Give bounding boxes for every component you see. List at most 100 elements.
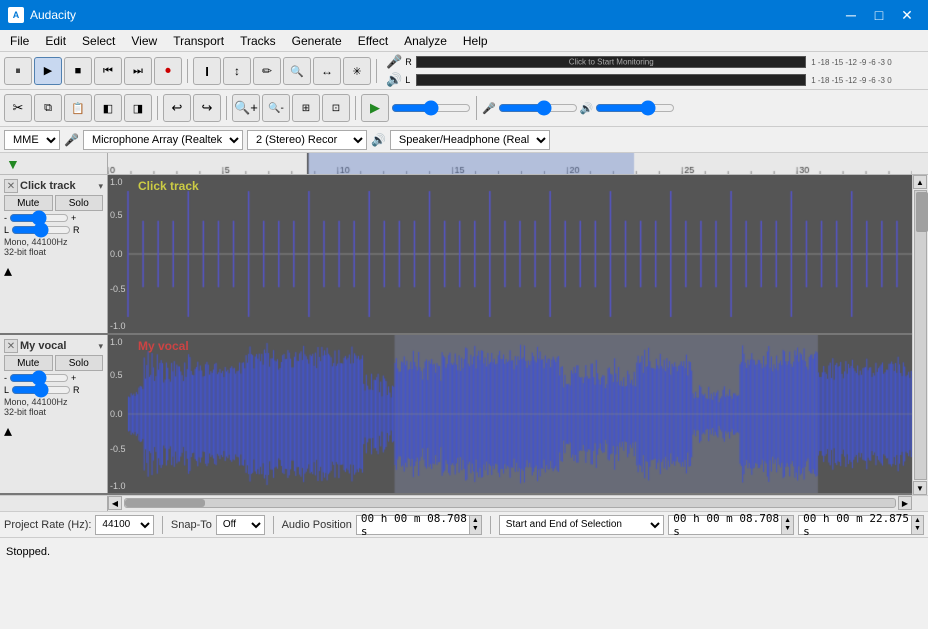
audio-host-select[interactable]: MME <box>4 130 60 150</box>
play-button[interactable]: ▶ <box>34 57 62 85</box>
hscroll-right-pad <box>912 496 928 511</box>
click-track-wave-area[interactable]: 1.0 0.5 0.0 -0.5 -1.0 Click track <box>108 175 912 333</box>
speaker-icon[interactable]: 🔊 <box>386 72 402 88</box>
vscroll-down[interactable]: ▼ <box>913 481 927 495</box>
play-vu-meter <box>416 74 806 86</box>
vocal-track-name-overlay: My vocal <box>138 339 189 353</box>
silence-button[interactable]: ◨ <box>124 94 152 122</box>
mic-icon[interactable]: 🎤 <box>386 54 402 70</box>
vocal-track-solo[interactable]: Solo <box>55 355 104 371</box>
click-track-gain-slider[interactable] <box>9 214 69 222</box>
undo-button[interactable]: ↩ <box>163 94 191 122</box>
menu-effect[interactable]: Effect <box>350 32 396 50</box>
input-level-slider[interactable] <box>498 104 578 112</box>
speaker-small-icon: 🔊 <box>580 102 594 115</box>
zoom-fit-icon: ⊞ <box>302 103 310 114</box>
vocal-track-collapse[interactable]: ▴ <box>4 421 103 441</box>
click-y-zero: 0.0 <box>110 249 123 259</box>
envelope-tool-button[interactable]: ↕ <box>223 57 251 85</box>
vu-l-scale: 1 -18 -15 -12 -9 -6 -3 0 <box>811 76 891 85</box>
sel-start-down[interactable]: ▼ <box>781 524 793 534</box>
hscroll-right[interactable]: ▶ <box>898 496 912 510</box>
play-device-select[interactable]: Speaker/Headphone (Realte <box>390 130 550 150</box>
select-tool-button[interactable]: I <box>193 57 221 85</box>
click-track-pan-slider[interactable] <box>11 226 71 234</box>
menu-file[interactable]: File <box>2 32 37 50</box>
menu-select[interactable]: Select <box>74 32 123 50</box>
menu-help[interactable]: Help <box>455 32 496 50</box>
skip-forward-button[interactable]: ⏭ <box>124 57 152 85</box>
click-y-min: -1.0 <box>110 321 126 331</box>
cut-button[interactable]: ✂ <box>4 94 32 122</box>
zoom-fit-button[interactable]: ⊞ <box>292 94 320 122</box>
app-icon: A <box>8 7 24 23</box>
vscroll-thumb[interactable] <box>916 192 928 232</box>
vocal-track-wave-area[interactable]: 1.0 0.5 0.0 -0.5 -1.0 My vocal <box>108 335 912 493</box>
redo-button[interactable]: ↪ <box>193 94 221 122</box>
menu-transport[interactable]: Transport <box>165 32 232 50</box>
menu-view[interactable]: View <box>123 32 165 50</box>
vocal-y-min: -1.0 <box>110 481 126 491</box>
draw-tool-button[interactable]: ✏ <box>253 57 281 85</box>
click-track-pan-row: L R <box>4 225 103 235</box>
vocal-track-mute[interactable]: Mute <box>4 355 53 371</box>
menu-edit[interactable]: Edit <box>37 32 74 50</box>
project-rate-select[interactable]: 44100 <box>95 515 153 535</box>
menu-analyze[interactable]: Analyze <box>396 32 455 50</box>
zoom-out-button[interactable]: 🔍- <box>262 94 290 122</box>
selection-type-select[interactable]: Start and End of Selection <box>499 515 664 535</box>
snap-to-select[interactable]: Off <box>216 515 265 535</box>
skip-back-icon: ⏮ <box>103 66 113 77</box>
vocal-track-gain-slider[interactable] <box>9 374 69 382</box>
copy-button[interactable]: ⧉ <box>34 94 62 122</box>
record-button[interactable]: ⏺ <box>154 57 182 85</box>
record-vu-meter[interactable]: Click to Start Monitoring <box>416 56 806 68</box>
vocal-track-name: My vocal <box>20 340 96 352</box>
close-button[interactable]: ✕ <box>894 5 920 25</box>
pan-right-label: R <box>73 225 80 235</box>
stop-button[interactable]: ■ <box>64 57 92 85</box>
bb-sep-3 <box>490 516 491 534</box>
trim-button[interactable]: ◧ <box>94 94 122 122</box>
pause-button[interactable]: ⏸ <box>4 57 32 85</box>
record-device-select[interactable]: Microphone Array (Realtek <box>83 130 243 150</box>
skip-back-button[interactable]: ⏮ <box>94 57 122 85</box>
audio-pos-down[interactable]: ▼ <box>469 524 481 534</box>
click-track-dropdown[interactable]: ▾ <box>98 181 103 192</box>
minimize-button[interactable]: ─ <box>838 5 864 25</box>
vu-click-label: Click to Start Monitoring <box>569 58 654 67</box>
click-track-mute[interactable]: Mute <box>4 195 53 211</box>
hscroll-left[interactable]: ◀ <box>108 496 122 510</box>
device-toolbar: MME 🎤 Microphone Array (Realtek 2 (Stere… <box>0 127 928 153</box>
click-track-solo[interactable]: Solo <box>55 195 104 211</box>
click-track-close[interactable]: ✕ <box>4 179 18 193</box>
vscroll-up[interactable]: ▲ <box>913 175 927 189</box>
output-level-slider[interactable] <box>595 104 675 112</box>
zoom-tool-button[interactable]: 🔍 <box>283 57 311 85</box>
speed-slider[interactable] <box>391 104 471 112</box>
maximize-button[interactable]: □ <box>866 5 892 25</box>
sel-end-down[interactable]: ▼ <box>911 524 923 534</box>
multi-tool-button[interactable]: ✳ <box>343 57 371 85</box>
audio-position-label: Audio Position <box>282 519 352 531</box>
click-track-name-overlay: Click track <box>138 179 199 193</box>
zoom-sel-button[interactable]: ⊡ <box>322 94 350 122</box>
menu-generate[interactable]: Generate <box>284 32 350 50</box>
vu-r-label: R <box>405 57 413 67</box>
bottom-bar: Project Rate (Hz): 44100 Snap-To Off Aud… <box>0 511 928 537</box>
vocal-track-dropdown[interactable]: ▾ <box>98 341 103 352</box>
zoom-in-button[interactable]: 🔍+ <box>232 94 260 122</box>
hscroll-thumb[interactable] <box>125 499 205 507</box>
vocal-track-pan-slider[interactable] <box>11 386 71 394</box>
separator-2 <box>376 59 377 83</box>
vocal-track-close[interactable]: ✕ <box>4 339 18 353</box>
gain-min-label: - <box>4 213 7 223</box>
menu-tracks[interactable]: Tracks <box>232 32 284 50</box>
bb-sep-2 <box>273 516 274 534</box>
sel-start-value: 00 h 00 m 08.708 s <box>673 512 789 538</box>
channels-select[interactable]: 2 (Stereo) Recor <box>247 130 367 150</box>
play-speed-button[interactable]: ▶ <box>361 94 389 122</box>
click-track-collapse[interactable]: ▴ <box>4 261 103 281</box>
timeshift-tool-button[interactable]: ↔ <box>313 57 341 85</box>
paste-button[interactable]: 📋 <box>64 94 92 122</box>
